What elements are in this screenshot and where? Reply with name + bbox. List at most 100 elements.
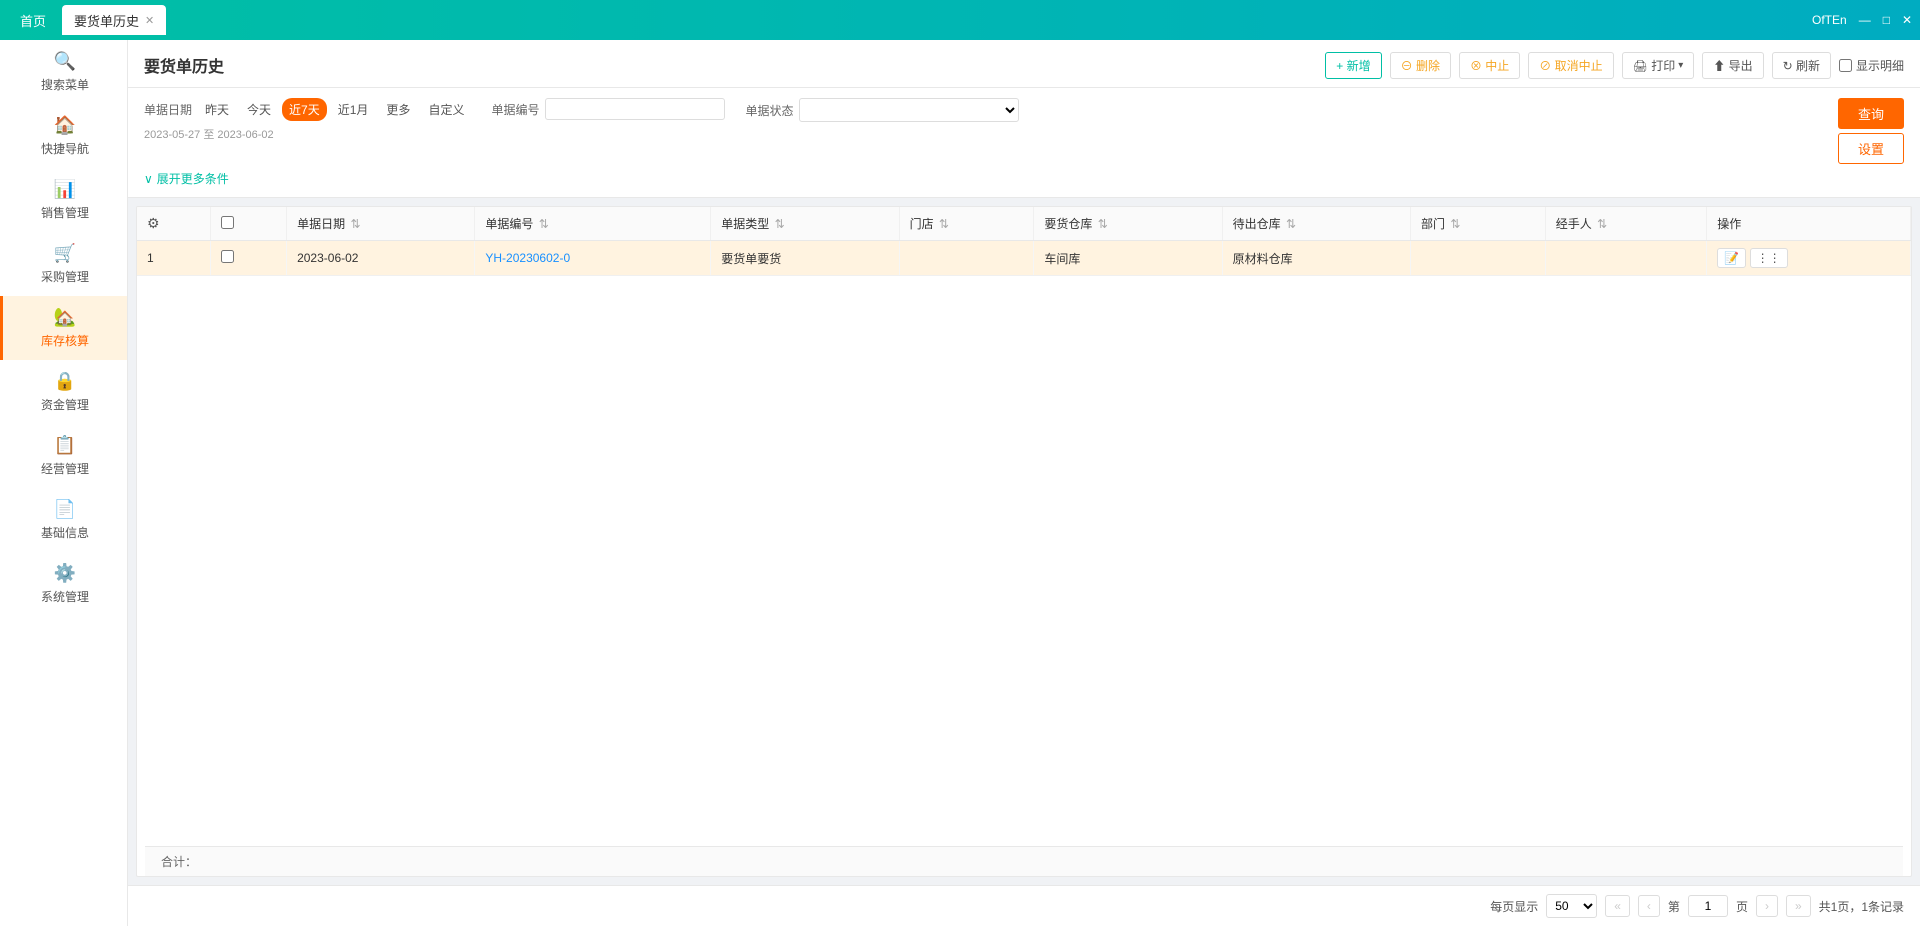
col-req-warehouse[interactable]: 要货仓库 ⇅ <box>1034 207 1222 241</box>
top-bar-right: OfTEn — □ ✕ <box>1812 13 1912 27</box>
sidebar-item-quick-nav[interactable]: 🏠 快捷导航 <box>0 104 127 168</box>
first-page-btn[interactable]: « <box>1605 895 1630 917</box>
print-button[interactable]: 🖨 打印 ▾ <box>1622 52 1695 79</box>
select-all-checkbox[interactable] <box>221 216 234 229</box>
row-doc-no[interactable]: YH-20230602-0 <box>475 241 711 276</box>
sort-doc-no-icon[interactable]: ⇅ <box>539 217 549 231</box>
date-btn-7days[interactable]: 近7天 <box>282 98 327 121</box>
col-pending-warehouse[interactable]: 待出仓库 ⇅ <box>1222 207 1410 241</box>
system-mgmt-icon: ⚙️ <box>54 563 76 584</box>
col-checkbox <box>211 207 287 241</box>
filter-top-row: 单据日期 昨天 今天 近7天 近1月 更多 自定义 2023-05-27 至 2… <box>144 98 1904 164</box>
doc-no-link[interactable]: YH-20230602-0 <box>485 251 570 265</box>
top-bar: 首页 要货单历史 ✕ OfTEn — □ ✕ <box>0 0 1920 40</box>
date-range-text: 2023-05-27 至 2023-06-02 <box>144 126 471 142</box>
sort-pending-warehouse-icon[interactable]: ⇅ <box>1286 217 1296 231</box>
col-department[interactable]: 部门 ⇅ <box>1410 207 1545 241</box>
new-button[interactable]: + 新增 <box>1325 52 1381 79</box>
sidebar-item-sales-mgmt[interactable]: 📊 销售管理 <box>0 168 127 232</box>
column-settings-btn[interactable]: ⚙ <box>147 215 160 232</box>
sort-handler-icon[interactable]: ⇅ <box>1597 217 1607 231</box>
date-filter-section: 单据日期 昨天 今天 近7天 近1月 更多 自定义 2023-05-27 至 2… <box>144 98 471 142</box>
date-btn-custom[interactable]: 自定义 <box>421 98 471 121</box>
cancel-stop-button[interactable]: ⊘ 取消中止 <box>1528 52 1613 79</box>
col-handler[interactable]: 经手人 ⇅ <box>1545 207 1707 241</box>
sort-store-icon[interactable]: ⇅ <box>939 217 949 231</box>
filter-action-buttons: 查询 设置 <box>1838 98 1904 164</box>
close-btn[interactable]: ✕ <box>1902 13 1912 27</box>
next-page-btn[interactable]: › <box>1756 895 1778 917</box>
col-doc-no[interactable]: 单据编号 ⇅ <box>475 207 711 241</box>
sidebar-item-basic-info-label: 基础信息 <box>41 524 89 541</box>
sidebar: 🔍 搜索菜单 🏠 快捷导航 📊 销售管理 🛒 采购管理 🏡 库存核算 🔒 资金管… <box>0 40 128 926</box>
doc-status-filter-group: 单据状态 <box>745 98 1019 122</box>
page-size-select[interactable]: 50 10 20 100 <box>1546 894 1597 918</box>
display-detail-label[interactable]: 显示明细 <box>1839 57 1904 74</box>
page-title: 要货单历史 <box>144 53 224 77</box>
sidebar-item-inventory[interactable]: 🏡 库存核算 <box>0 296 127 360</box>
sidebar-item-basic-info[interactable]: 📄 基础信息 <box>0 488 127 552</box>
page-size-label: 每页显示 <box>1490 898 1538 915</box>
date-btn-today[interactable]: 今天 <box>240 98 278 121</box>
col-store[interactable]: 门店 ⇅ <box>899 207 1034 241</box>
prev-page-btn[interactable]: ‹ <box>1638 895 1660 917</box>
col-action: 操作 <box>1707 207 1911 241</box>
col-req-warehouse-label: 要货仓库 <box>1044 217 1092 231</box>
maximize-btn[interactable]: □ <box>1883 13 1890 27</box>
doc-status-label: 单据状态 <box>745 102 793 119</box>
table-scroll-area: ⚙ 单据日期 ⇅ 单据编号 ⇅ <box>137 207 1911 846</box>
sidebar-item-operations-mgmt[interactable]: 📋 经营管理 <box>0 424 127 488</box>
date-btn-yesterday[interactable]: 昨天 <box>198 98 236 121</box>
export-button[interactable]: ⬆ 导出 <box>1702 52 1763 79</box>
row-doc-date: 2023-06-02 <box>287 241 475 276</box>
finance-mgmt-icon: 🔒 <box>54 371 76 392</box>
search-button[interactable]: 查询 <box>1838 98 1904 129</box>
row-more-btn[interactable]: ⋮⋮ <box>1750 248 1788 268</box>
date-btn-1month[interactable]: 近1月 <box>331 98 376 121</box>
doc-no-label: 单据编号 <box>491 101 539 118</box>
row-select-checkbox[interactable] <box>221 250 234 263</box>
sidebar-item-inventory-label: 库存核算 <box>41 332 89 349</box>
sidebar-item-search-menu[interactable]: 🔍 搜索菜单 <box>0 40 127 104</box>
stop-button[interactable]: ⊗ 中止 <box>1459 52 1520 79</box>
col-handler-label: 经手人 <box>1556 217 1592 231</box>
sort-doc-date-icon[interactable]: ⇅ <box>350 217 360 231</box>
sidebar-item-purchase-mgmt[interactable]: 🛒 采购管理 <box>0 232 127 296</box>
sort-doc-type-icon[interactable]: ⇅ <box>775 217 785 231</box>
sidebar-item-sales-mgmt-label: 销售管理 <box>41 204 89 221</box>
row-edit-btn[interactable]: 📝 <box>1717 248 1746 268</box>
minimize-btn[interactable]: — <box>1859 13 1871 27</box>
inventory-icon: 🏡 <box>54 307 76 328</box>
col-doc-date[interactable]: 单据日期 ⇅ <box>287 207 475 241</box>
settings-button[interactable]: 设置 <box>1838 133 1904 164</box>
row-department <box>1410 241 1545 276</box>
main-layout: 🔍 搜索菜单 🏠 快捷导航 📊 销售管理 🛒 采购管理 🏡 库存核算 🔒 资金管… <box>0 40 1920 926</box>
sort-req-warehouse-icon[interactable]: ⇅ <box>1098 217 1108 231</box>
sidebar-item-finance-mgmt[interactable]: 🔒 资金管理 <box>0 360 127 424</box>
tab-requisition-history[interactable]: 要货单历史 ✕ <box>62 5 166 35</box>
col-pending-warehouse-label: 待出仓库 <box>1233 217 1281 231</box>
sort-department-icon[interactable]: ⇅ <box>1450 217 1460 231</box>
refresh-button[interactable]: ↻ 刷新 <box>1772 52 1831 79</box>
display-detail-checkbox[interactable] <box>1839 59 1852 72</box>
current-page-input[interactable] <box>1688 895 1728 917</box>
doc-no-input[interactable] <box>545 98 725 120</box>
last-page-btn[interactable]: » <box>1786 895 1811 917</box>
date-btn-more[interactable]: 更多 <box>379 98 417 121</box>
row-pending-warehouse: 原材料仓库 <box>1222 241 1410 276</box>
toolbar: + 新增 ⊖ 删除 ⊗ 中止 ⊘ 取消中止 🖨 打印 ▾ ⬆ 导出 ↻ 刷新 显… <box>1325 52 1904 79</box>
pagination-bar: 每页显示 50 10 20 100 « ‹ 第 页 › » 共1页，1条记录 <box>128 885 1920 926</box>
col-doc-type[interactable]: 单据类型 ⇅ <box>711 207 899 241</box>
data-table: ⚙ 单据日期 ⇅ 单据编号 ⇅ <box>137 207 1911 276</box>
sidebar-item-system-mgmt[interactable]: ⚙️ 系统管理 <box>0 552 127 616</box>
tab-close-icon[interactable]: ✕ <box>145 14 154 27</box>
print-label: 🖨 打印 <box>1633 57 1676 74</box>
print-dropdown-icon[interactable]: ▾ <box>1678 60 1683 71</box>
doc-status-select[interactable] <box>799 98 1019 122</box>
sidebar-item-search-menu-label: 搜索菜单 <box>41 76 89 93</box>
col-department-label: 部门 <box>1421 217 1445 231</box>
expand-more-btn[interactable]: ∨ 展开更多条件 <box>144 170 1904 187</box>
tab-home[interactable]: 首页 <box>8 5 58 35</box>
sales-mgmt-icon: 📊 <box>54 179 76 200</box>
delete-button[interactable]: ⊖ 删除 <box>1390 52 1451 79</box>
